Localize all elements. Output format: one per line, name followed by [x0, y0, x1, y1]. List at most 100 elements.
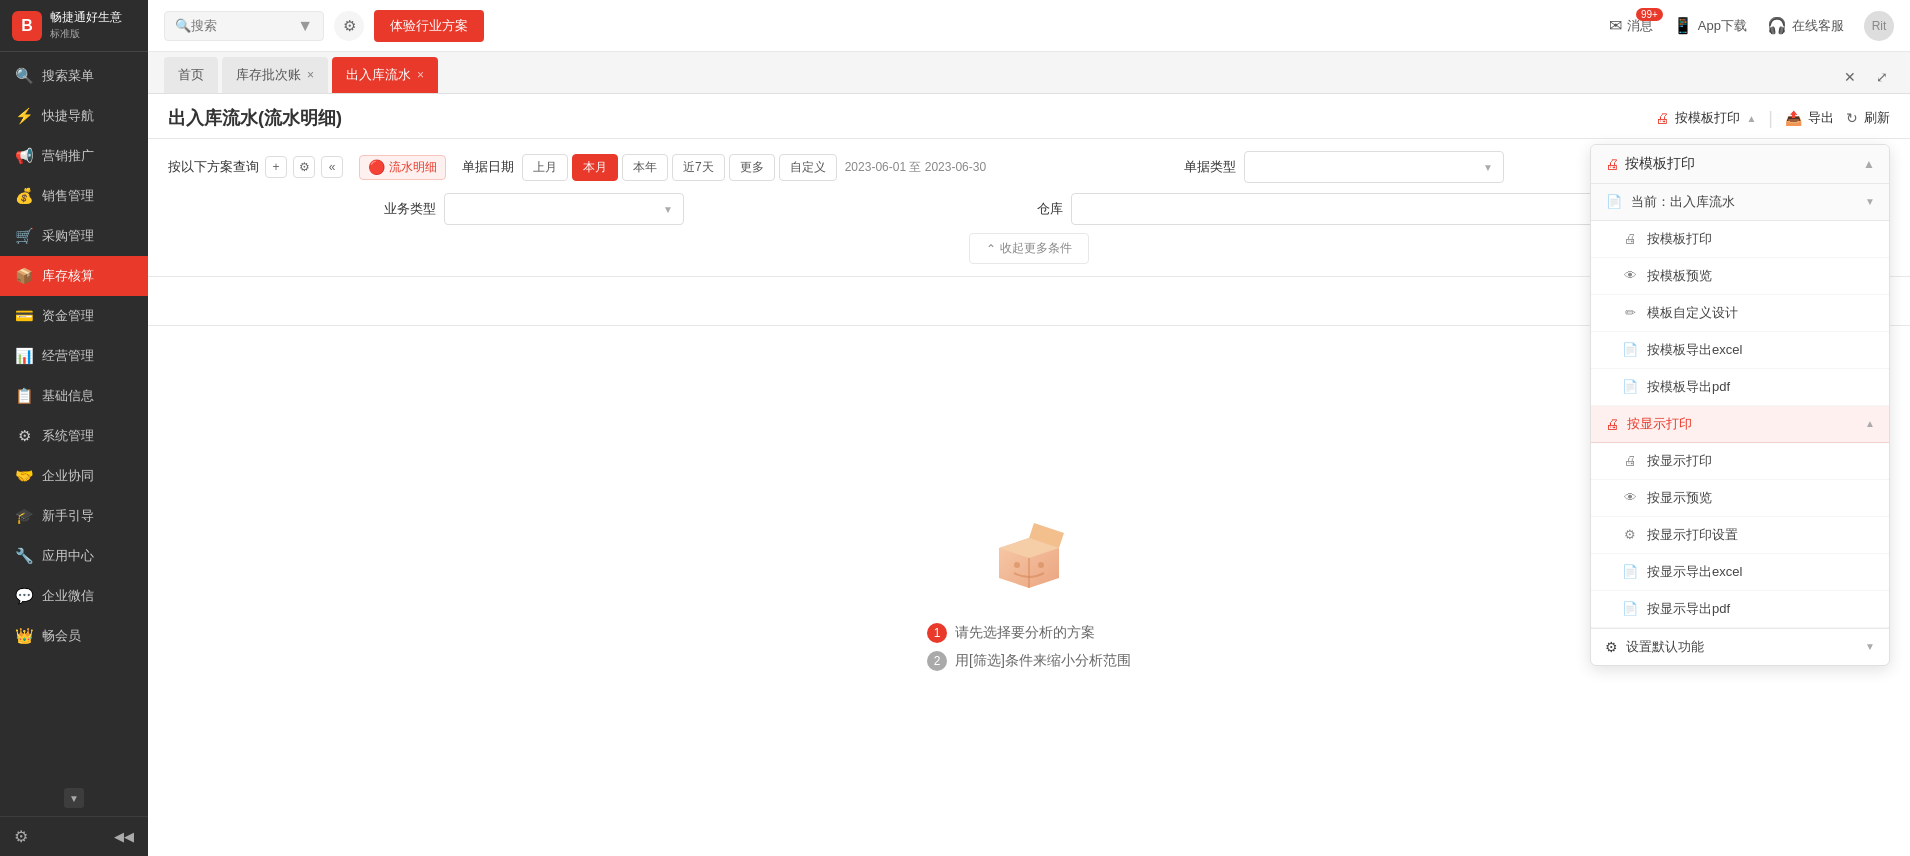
sidebar-item-basic[interactable]: 📋 基础信息 — [0, 376, 148, 416]
icon-export-excel-display: 📄 — [1621, 563, 1639, 581]
current-chevron-icon: ▼ — [1865, 196, 1875, 207]
tabs-bar: 首页库存批次账×出入库流水× ✕ ⤢ — [148, 52, 1910, 94]
sidebar-item-enterprise[interactable]: 🤝 企业协同 — [0, 456, 148, 496]
sidebar-item-finance[interactable]: 💳 资金管理 — [0, 296, 148, 336]
trial-btn[interactable]: 体验行业方案 — [374, 10, 484, 42]
tab-inventory-batch[interactable]: 库存批次账 × — [222, 57, 328, 93]
tab-label-inventory-batch: 库存批次账 — [236, 66, 301, 84]
search-dropdown-icon[interactable]: ▼ — [297, 17, 313, 35]
sidebar-item-shortcut[interactable]: ⚡ 快捷导航 — [0, 96, 148, 136]
empty-step-2: 2 用[筛选]条件来缩小分析范围 — [927, 651, 1131, 671]
dropdown-item-export-excel-template[interactable]: 📄 按模板导出excel — [1591, 332, 1889, 369]
label-export-pdf-display: 按显示导出pdf — [1647, 600, 1730, 618]
dropdown-item-custom-template[interactable]: ✏ 模板自定义设计 — [1591, 295, 1889, 332]
sidebar-item-search[interactable]: 🔍 搜索菜单 — [0, 56, 148, 96]
business-type-select[interactable]: ▼ — [444, 193, 684, 225]
dropdown-item-export-pdf-template[interactable]: 📄 按模板导出pdf — [1591, 369, 1889, 406]
dropdown-footer[interactable]: ⚙ 设置默认功能 ▼ — [1591, 628, 1889, 665]
sidebar-item-vip[interactable]: 👑 畅会员 — [0, 616, 148, 656]
dropdown-up-icon[interactable]: ▲ — [1863, 157, 1875, 171]
date-btn-上月[interactable]: 上月 — [522, 154, 568, 181]
export-btn[interactable]: 📤 导出 — [1785, 109, 1834, 127]
dropdown-item-print-settings-display[interactable]: ⚙ 按显示打印设置 — [1591, 517, 1889, 554]
filter-settings-btn[interactable]: ⚙ — [293, 156, 315, 178]
date-btn-自定义[interactable]: 自定义 — [779, 154, 837, 181]
topbar-settings-btn[interactable]: ⚙ — [334, 11, 364, 41]
tab-inventory-flow[interactable]: 出入库流水× — [332, 57, 438, 93]
dropdown-item-print-display[interactable]: 🖨 按显示打印 — [1591, 443, 1889, 480]
window-close-btn[interactable]: ✕ — [1838, 65, 1862, 89]
sidebar: B 畅捷通好生意 标准版 🔍 搜索菜单 ⚡ 快捷导航 📢 营销推广 💰 销售管理… — [0, 0, 148, 856]
window-maximize-btn[interactable]: ⤢ — [1870, 65, 1894, 89]
sidebar-item-sales[interactable]: 💰 销售管理 — [0, 176, 148, 216]
warehouse-select[interactable]: ••• — [1071, 193, 1674, 225]
sidebar-icon-sales: 💰 — [14, 186, 34, 206]
sidebar-item-marketing[interactable]: 📢 营销推广 — [0, 136, 148, 176]
dropdown-current-item[interactable]: 📄 当前：出入库流水 ▼ — [1591, 184, 1889, 221]
sidebar-item-app_center[interactable]: 🔧 应用中心 — [0, 536, 148, 576]
user-avatar[interactable]: Rit — [1864, 11, 1894, 41]
date-btn-本年[interactable]: 本年 — [622, 154, 668, 181]
message-badge: 99+ — [1636, 8, 1663, 21]
sidebar-icon-inventory: 📦 — [14, 266, 34, 286]
dropdown-item-preview-template[interactable]: 👁 按模板预览 — [1591, 258, 1889, 295]
online-service-btn[interactable]: 🎧 在线客服 — [1767, 16, 1844, 35]
label-export-excel-template: 按模板导出excel — [1647, 341, 1742, 359]
settings-footer-icon[interactable]: ⚙ — [14, 827, 28, 846]
sidebar-item-inventory[interactable]: 📦 库存核算 — [0, 256, 148, 296]
dropdown-item-export-excel-display[interactable]: 📄 按显示导出excel — [1591, 554, 1889, 591]
voucher-type-select[interactable]: ▼ — [1244, 151, 1504, 183]
sidebar-item-wechat[interactable]: 💬 企业微信 — [0, 576, 148, 616]
sidebar-nav: 🔍 搜索菜单 ⚡ 快捷导航 📢 营销推广 💰 销售管理 🛒 采购管理 📦 库存核… — [0, 52, 148, 780]
tab-close-inventory-flow[interactable]: × — [417, 68, 424, 82]
dropdown-item-print-template[interactable]: 🖨 按模板打印 — [1591, 221, 1889, 258]
refresh-btn[interactable]: ↻ 刷新 — [1846, 109, 1890, 127]
sidebar-icon-app_center: 🔧 — [14, 546, 34, 566]
dropdown-title: 🖨 按模板打印 — [1605, 155, 1695, 173]
display-section-header[interactable]: 🖨 按显示打印 ▲ — [1591, 406, 1889, 443]
filter-tag: 🔴 流水明细 — [359, 155, 446, 180]
window-controls: ✕ ⤢ — [1838, 65, 1894, 89]
tab-close-inventory-batch[interactable]: × — [307, 68, 314, 82]
empty-steps: 1 请先选择要分析的方案 2 用[筛选]条件来缩小分析范围 — [927, 623, 1131, 679]
tab-home[interactable]: 首页 — [164, 57, 218, 93]
app-logo: B 畅捷通好生意 标准版 — [0, 0, 148, 52]
export-label: 导出 — [1808, 109, 1834, 127]
search-topbar-input[interactable] — [191, 18, 293, 33]
app-download-btn[interactable]: 📱 App下载 — [1673, 16, 1747, 35]
footer-settings-icon: ⚙ — [1605, 639, 1618, 655]
icon-preview-template: 👁 — [1621, 267, 1639, 285]
sidebar-icon-wechat: 💬 — [14, 586, 34, 606]
date-btn-本月[interactable]: 本月 — [572, 154, 618, 181]
filter-collapse-btn[interactable]: « — [321, 156, 343, 178]
collapse-more-btn[interactable]: ⌃ 收起更多条件 — [969, 233, 1089, 264]
sidebar-icon-shortcut: ⚡ — [14, 106, 34, 126]
sidebar-item-operations[interactable]: 📊 经营管理 — [0, 336, 148, 376]
sidebar-label-vip: 畅会员 — [42, 627, 81, 645]
dropdown-display-items: 🖨 按显示打印 👁 按显示预览 ⚙ 按显示打印设置 📄 按显示导出excel 📄… — [1591, 443, 1889, 628]
collapse-sidebar-icon[interactable]: ◀◀ — [114, 829, 134, 844]
sidebar-item-guide[interactable]: 🎓 新手引导 — [0, 496, 148, 536]
sidebar-label-inventory: 库存核算 — [42, 267, 94, 285]
main-content: 🔍 ▼ ⚙ 体验行业方案 ✉ 消息 99+ 📱 App下载 🎧 在线客服 R — [148, 0, 1910, 856]
sidebar-item-system[interactable]: ⚙ 系统管理 — [0, 416, 148, 456]
date-btn-近7天[interactable]: 近7天 — [672, 154, 725, 181]
filter-add-btn[interactable]: + — [265, 156, 287, 178]
sidebar-icon-guide: 🎓 — [14, 506, 34, 526]
dropdown-template-items: 🖨 按模板打印 👁 按模板预览 ✏ 模板自定义设计 📄 按模板导出excel 📄… — [1591, 221, 1889, 406]
message-btn[interactable]: ✉ 消息 99+ — [1609, 16, 1653, 35]
warehouse-label: 仓库 — [1037, 200, 1063, 218]
print-icon: 🖨 — [1655, 110, 1669, 126]
dropdown-item-preview-display[interactable]: 👁 按显示预览 — [1591, 480, 1889, 517]
sidebar-icon-enterprise: 🤝 — [14, 466, 34, 486]
dropdown-print-icon: 🖨 — [1605, 156, 1619, 172]
display-section-chevron: ▲ — [1865, 418, 1875, 429]
sidebar-item-purchase[interactable]: 🛒 采购管理 — [0, 216, 148, 256]
print-template-dropdown-btn[interactable]: 🖨 按模板打印 ▲ — [1655, 109, 1756, 127]
sidebar-icon-marketing: 📢 — [14, 146, 34, 166]
date-btn-更多[interactable]: 更多 — [729, 154, 775, 181]
dropdown-item-export-pdf-display[interactable]: 📄 按显示导出pdf — [1591, 591, 1889, 628]
sidebar-scroll-down[interactable]: ▼ — [64, 788, 84, 808]
sidebar-label-marketing: 营销推广 — [42, 147, 94, 165]
topbar-search-box[interactable]: 🔍 ▼ — [164, 11, 324, 41]
